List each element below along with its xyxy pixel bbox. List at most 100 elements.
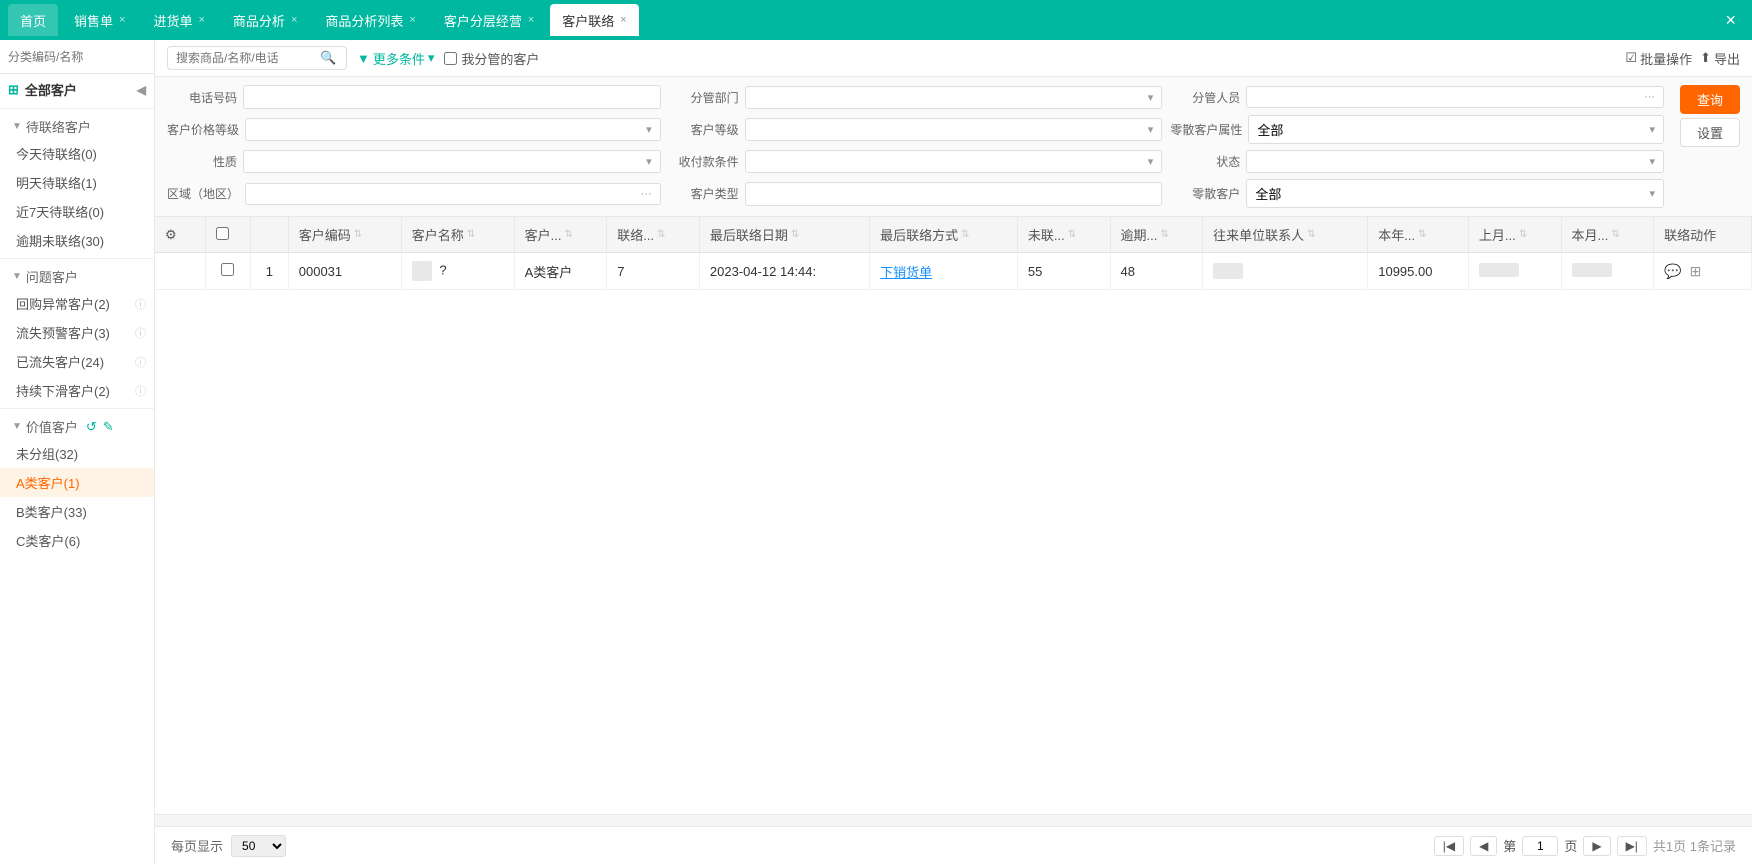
filter-bar: 🔍 ▼ 更多条件 ▾ 我分管的客户 ☑ 批量操作 ⬆ 导出 (155, 40, 1752, 77)
table-row: 1 000031 ? A类客户 7 2023-04-12 14:44: 下销货单… (155, 253, 1752, 290)
price-grade-select[interactable]: ▾ (245, 118, 661, 141)
tab-product-analysis-list[interactable]: 商品分析列表 × (313, 4, 427, 36)
dept-select[interactable]: ▾ (745, 86, 1163, 109)
sidebar-item-class-c[interactable]: C类客户(6) (0, 526, 154, 555)
status-select[interactable]: ▾ (1246, 150, 1664, 173)
th-category[interactable]: 客户... ⇅ (514, 217, 607, 253)
payment-select[interactable]: ▾ (745, 150, 1163, 173)
my-customers-checkbox[interactable] (444, 52, 457, 65)
th-last-date[interactable]: 最后联络日期 ⇅ (699, 217, 869, 253)
more-filters-btn[interactable]: ▼ 更多条件 ▾ (357, 49, 434, 68)
filter-bar-right: ☑ 批量操作 ⬆ 导出 (1625, 49, 1740, 68)
first-page-btn[interactable]: |◀ (1434, 836, 1464, 856)
retail-attr-field: 零散客户属性 全部 ▾ (1170, 115, 1664, 144)
tab-customer-segment[interactable]: 客户分层经营 × (432, 4, 546, 36)
filter-search-icon[interactable]: 🔍 (320, 50, 336, 66)
th-last-month[interactable]: 上月... ⇅ (1468, 217, 1561, 253)
problem-customers-label: 问题客户 (26, 267, 78, 286)
person-select[interactable]: ··· (1246, 86, 1664, 108)
sidebar-collapse-icon[interactable]: ◀ (137, 83, 146, 97)
export-btn[interactable]: ⬆ 导出 (1700, 49, 1740, 68)
tab-product-analysis[interactable]: 商品分析 × (221, 4, 309, 36)
last-page-btn[interactable]: ▶| (1617, 836, 1647, 856)
row-not-contacted: 55 (1017, 253, 1110, 290)
retail-customer-field: 零散客户 全部 ▾ (1170, 179, 1664, 208)
settings-icon[interactable]: ⚙ (165, 227, 177, 243)
grid-icon: ⊞ (8, 82, 19, 98)
status-field: 状态 ▾ (1170, 150, 1664, 173)
tab-sales[interactable]: 销售单 × (62, 4, 137, 36)
region-select[interactable]: ··· (245, 183, 661, 205)
sidebar-item-7days[interactable]: 近7天待联络(0) (0, 197, 154, 226)
tab-customer-contact[interactable]: 客户联络 × (550, 4, 638, 36)
filter-search-input[interactable] (176, 51, 316, 65)
sidebar-item-churn-warning[interactable]: 流失预警客户(3) ⓘ (0, 318, 154, 347)
th-settings[interactable]: ⚙ (155, 217, 205, 253)
class-a-label: A类客户(1) (16, 473, 80, 492)
close-product-analysis-icon[interactable]: × (291, 14, 297, 26)
message-icon[interactable]: 💬 (1664, 263, 1681, 280)
my-customers-checkbox-label[interactable]: 我分管的客户 (444, 49, 539, 68)
retail-customer-select[interactable]: 全部 ▾ (1246, 179, 1664, 208)
close-sales-icon[interactable]: × (119, 14, 125, 26)
th-not-contacted[interactable]: 未联... ⇅ (1017, 217, 1110, 253)
th-name[interactable]: 客户名称 ⇅ (401, 217, 514, 253)
sidebar-item-repurchase-anomaly[interactable]: 回购异常客户(2) ⓘ (0, 289, 154, 318)
sidebar-item-overdue[interactable]: 逾期未联络(30) (0, 226, 154, 255)
value-customers-edit-icon[interactable]: ✎ (103, 419, 114, 435)
next-page-btn[interactable]: ▶ (1583, 836, 1610, 856)
th-overdue[interactable]: 逾期... ⇅ (1110, 217, 1203, 253)
horizontal-scrollbar[interactable] (155, 814, 1752, 826)
export-label: 导出 (1714, 49, 1740, 68)
sidebar-item-class-b[interactable]: B类客户(33) (0, 497, 154, 526)
th-last-method[interactable]: 最后联络方式 ⇅ (870, 217, 1018, 253)
overdue-contact-label: 逾期未联络(30) (16, 231, 104, 250)
close-product-analysis-list-icon[interactable]: × (409, 14, 415, 26)
batch-ops-btn[interactable]: ☑ 批量操作 (1625, 49, 1692, 68)
th-this-month[interactable]: 本月... ⇅ (1561, 217, 1654, 253)
page-input[interactable] (1522, 836, 1558, 856)
tab-home[interactable]: 首页 (8, 4, 58, 36)
nature-select[interactable]: ▾ (243, 150, 661, 173)
sidebar-search-input[interactable] (8, 50, 155, 64)
customer-grade-select[interactable]: ▾ (745, 118, 1163, 141)
value-customers-group[interactable]: ▼ 价值客户 ↺ ✎ (0, 412, 154, 439)
select-all-checkbox[interactable] (216, 227, 229, 240)
row-checkbox[interactable] (221, 263, 234, 276)
per-page-select[interactable]: 50 100 200 (231, 835, 286, 857)
all-customers-header[interactable]: ⊞ 全部客户 ◀ (0, 74, 154, 105)
th-code-label: 客户编码 (299, 225, 351, 244)
query-button[interactable]: 查询 (1680, 85, 1740, 114)
close-purchase-icon[interactable]: × (198, 14, 204, 26)
sidebar-item-ungrouped[interactable]: 未分组(32) (0, 439, 154, 468)
global-close-icon[interactable]: × (1717, 6, 1744, 35)
setting-button[interactable]: 设置 (1680, 118, 1740, 147)
sidebar-item-declining[interactable]: 持续下滑客户(2) ⓘ (0, 376, 154, 405)
prev-page-btn[interactable]: ◀ (1470, 836, 1497, 856)
sidebar-item-tomorrow[interactable]: 明天待联络(1) (0, 168, 154, 197)
sidebar-item-churned[interactable]: 已流失客户(24) ⓘ (0, 347, 154, 376)
sidebar-item-class-a[interactable]: A类客户(1) (0, 468, 154, 497)
retail-attr-select[interactable]: 全部 ▾ (1248, 115, 1664, 144)
close-customer-segment-icon[interactable]: × (528, 14, 534, 26)
problem-customers-group[interactable]: ▼ 问题客户 (0, 262, 154, 289)
customer-type-input[interactable] (745, 182, 1163, 206)
sidebar-item-today[interactable]: 今天待联络(0) (0, 139, 154, 168)
row-last-method-link[interactable]: 下销货单 (880, 265, 932, 280)
advanced-filter: 电话号码 分管部门 ▾ 分管人员 (155, 77, 1752, 217)
th-contact[interactable]: 联络... ⇅ (607, 217, 700, 253)
retail-attr-value: 全部 (1257, 120, 1283, 139)
adv-filter-row-4: 区域（地区） ··· 客户类型 零散客户 (167, 179, 1664, 208)
value-customers-refresh-icon[interactable]: ↺ (86, 419, 97, 435)
close-customer-contact-icon[interactable]: × (620, 14, 626, 26)
phone-input[interactable] (243, 85, 661, 109)
qrcode-icon[interactable]: ⊞ (1690, 263, 1702, 280)
phone-label: 电话号码 (167, 89, 237, 106)
row-this-year: 10995.00 (1368, 253, 1469, 290)
th-unit-contact[interactable]: 往来单位联系人 ⇅ (1203, 217, 1368, 253)
th-this-year[interactable]: 本年... ⇅ (1368, 217, 1469, 253)
tab-purchase[interactable]: 进货单 × (141, 4, 216, 36)
pending-contact-group[interactable]: ▼ 待联络客户 (0, 112, 154, 139)
th-code[interactable]: 客户编码 ⇅ (288, 217, 401, 253)
row-code: 000031 (288, 253, 401, 290)
